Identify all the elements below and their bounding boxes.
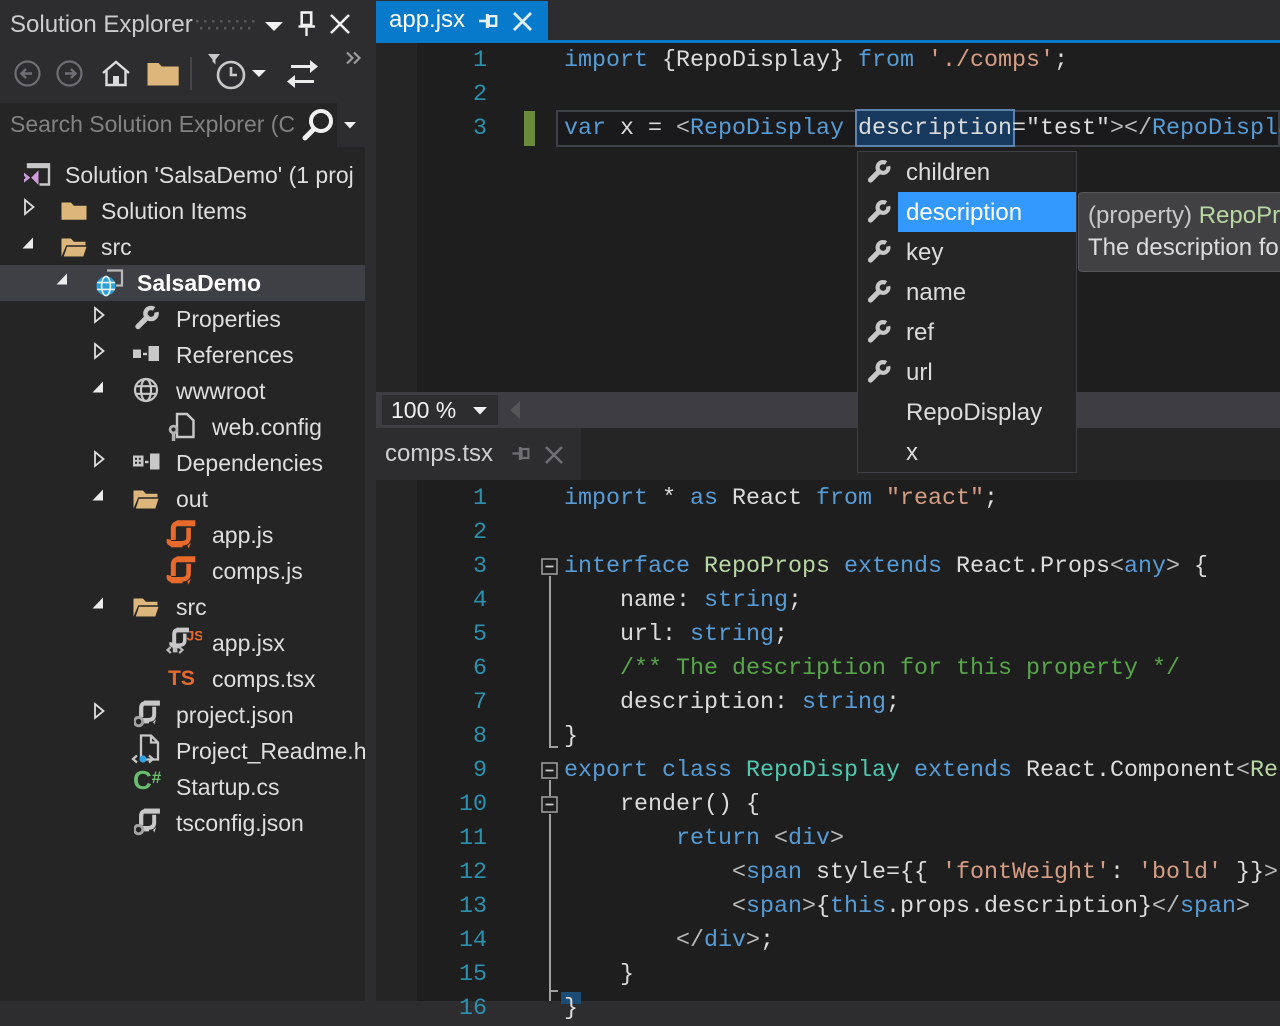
- svg-text:JS: JS: [187, 628, 203, 644]
